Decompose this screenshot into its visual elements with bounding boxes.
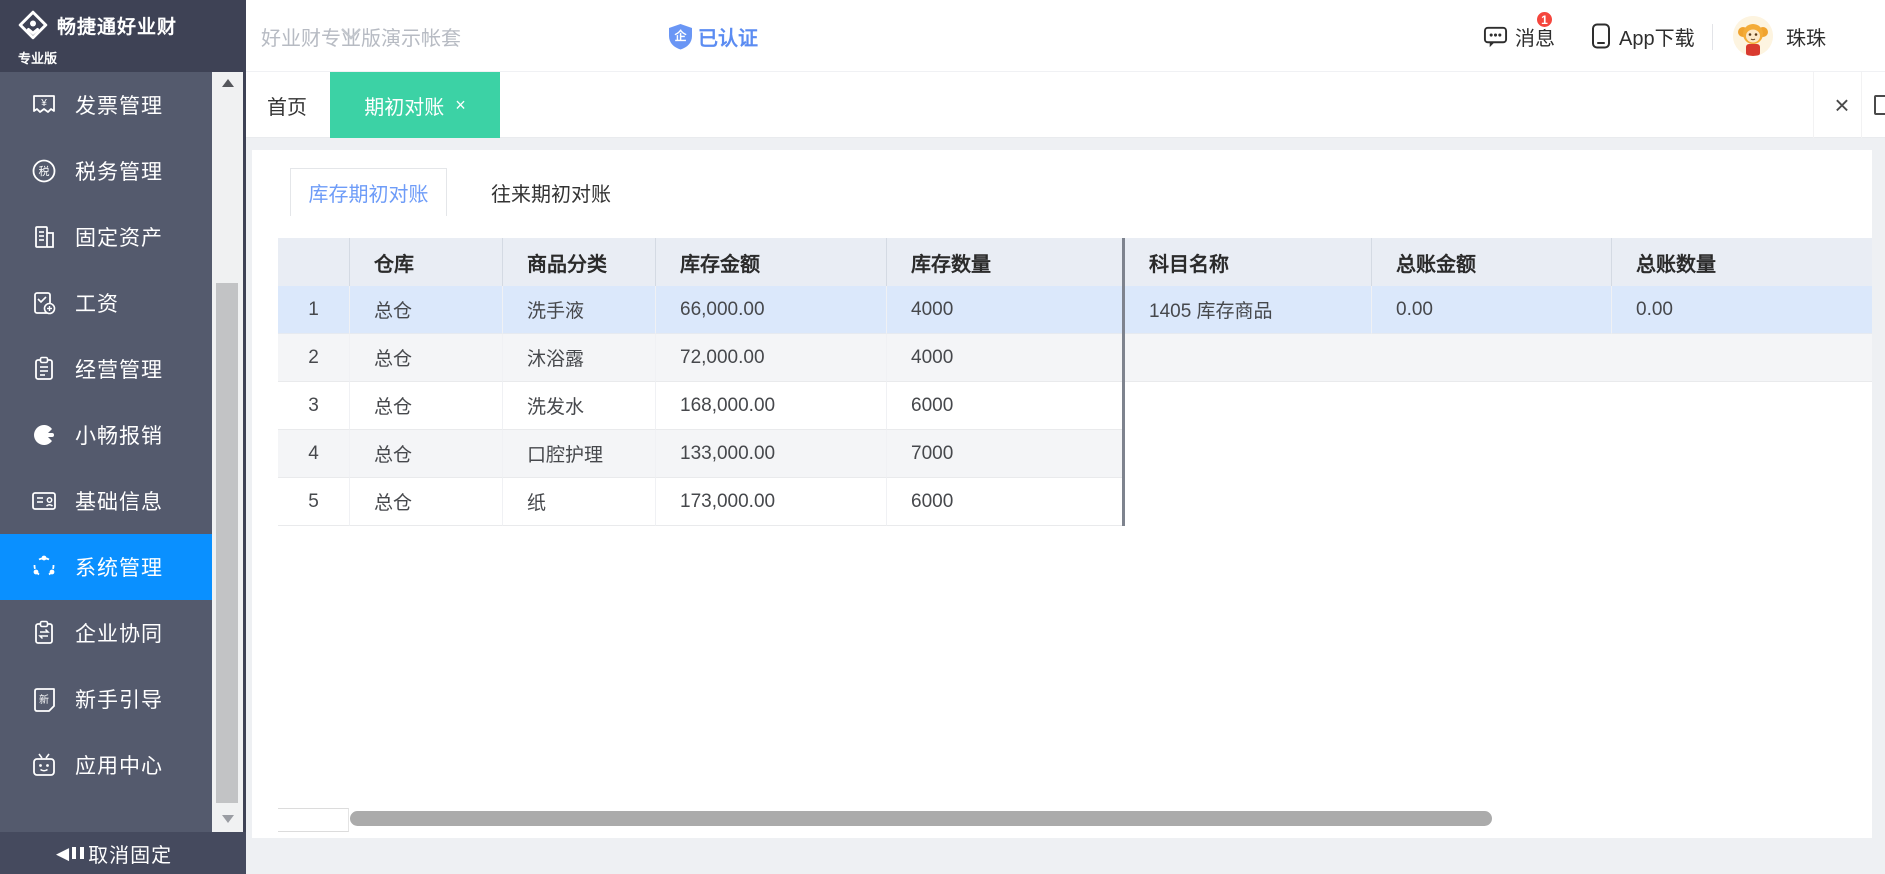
collab-icon — [30, 619, 58, 647]
sidebar-item-operations[interactable]: 经营管理 — [0, 336, 212, 402]
horizontal-scrollbar-thumb[interactable] — [350, 811, 1492, 826]
table-row[interactable]: 1 总仓 洗手液 66,000.00 4000 1405 库存商品 0.00 0… — [278, 286, 1872, 334]
clipboard-icon — [30, 355, 58, 383]
sidebar-scrollbar[interactable] — [212, 72, 243, 832]
verified-label: 已认证 — [698, 27, 758, 50]
unpin-label: 取消固定 — [88, 844, 173, 867]
close-icon[interactable]: × — [1822, 72, 1862, 138]
header-divider — [1712, 24, 1713, 50]
tab-home[interactable]: 首页 — [246, 72, 328, 138]
message-bubble-icon — [1483, 24, 1508, 49]
messages-button[interactable]: 消息 1 — [1483, 0, 1555, 72]
sidebar-item-reimburse[interactable]: 小畅报销 — [0, 402, 212, 468]
avatar[interactable] — [1733, 16, 1773, 56]
main-area: 首页 期初对账 × × 库存期初对账 往来期初对账 仓库 商品分类 库存金额 库… — [246, 72, 1885, 874]
app-window: 畅捷通好业财 专业版 好业财专业版演示帐套 企 已认证 消息 1 App下载 珠… — [0, 0, 1885, 874]
sidebar-scrollbar-thumb[interactable] — [216, 283, 238, 803]
sidebar-item-fixed-assets[interactable]: 固定资产 — [0, 204, 212, 270]
building-icon — [30, 223, 58, 251]
sidebar-item-basic-info[interactable]: 基础信息 — [0, 468, 212, 534]
col-header-amount: 库存金额 — [655, 238, 886, 286]
sidebar-item-payroll[interactable]: 工资 — [0, 270, 212, 336]
scroll-down-arrow-icon[interactable] — [212, 808, 243, 830]
reimburse-icon — [30, 421, 58, 449]
col-header-account: 科目名称 — [1125, 238, 1371, 286]
chevron-down-icon[interactable] — [339, 26, 363, 42]
app-download-label: App下载 — [1619, 27, 1695, 50]
col-header-qty: 库存数量 — [886, 238, 1122, 286]
col-header-ledger-amount: 总账金额 — [1371, 238, 1611, 286]
phone-icon — [1590, 23, 1612, 49]
expand-panel-icon[interactable] — [1874, 95, 1885, 115]
sidebar-item-system[interactable]: 系统管理 — [0, 534, 212, 600]
page-content: 库存期初对账 往来期初对账 仓库 商品分类 库存金额 库存数量 科目名称 总账金… — [246, 138, 1885, 874]
table-row[interactable]: 2 总仓 沐浴露 72,000.00 4000 — [278, 334, 1872, 382]
col-header-warehouse: 仓库 — [349, 238, 502, 286]
scroll-up-arrow-icon[interactable] — [212, 72, 243, 94]
tax-icon: 税 — [30, 157, 58, 185]
tab-opening-balance-label: 期初对账 — [364, 96, 445, 119]
sidebar-item-tax[interactable]: 税 税务管理 — [0, 138, 212, 204]
svg-text:企: 企 — [673, 28, 687, 43]
page-tabbar: 首页 期初对账 × × — [246, 72, 1885, 138]
balance-tabs: 库存期初对账 往来期初对账 — [290, 168, 655, 216]
idcard-icon — [30, 487, 58, 515]
brand-logo-icon — [18, 10, 48, 40]
col-header-category: 商品分类 — [502, 238, 655, 286]
tab-inventory-opening[interactable]: 库存期初对账 — [290, 168, 447, 216]
app-download-button[interactable]: App下载 — [1590, 0, 1695, 72]
payroll-icon — [30, 289, 58, 317]
table-row[interactable]: 5 总仓 纸 173,000.00 6000 — [278, 478, 1872, 526]
verified-badge: 企 已认证 — [668, 0, 758, 72]
unpin-sidebar-button[interactable]: ◀ 取消固定 — [0, 832, 246, 874]
sidebar-nav: ¥ 发票管理 税 税务管理 固定资产 工资 经营管理 小畅报销 基础信息 系统管… — [0, 72, 212, 832]
messages-count-badge: 1 — [1535, 10, 1554, 29]
invoice-icon: ¥ — [30, 91, 58, 119]
guide-icon: 新 — [30, 685, 58, 713]
sidebar-item-invoice[interactable]: ¥ 发票管理 — [0, 72, 212, 138]
svg-text:¥: ¥ — [40, 98, 47, 109]
table-row[interactable]: 3 总仓 洗发水 168,000.00 6000 — [278, 382, 1872, 430]
collapse-left-icon: ◀ — [56, 843, 70, 863]
brand-block: 畅捷通好业财 专业版 — [0, 0, 246, 72]
shield-icon: 企 — [668, 23, 693, 50]
opening-balance-table: 仓库 商品分类 库存金额 库存数量 科目名称 总账金额 总账数量 1 总仓 洗手… — [278, 238, 1872, 526]
brand-subtitle: 专业版 — [18, 51, 58, 66]
svg-text:新: 新 — [39, 693, 49, 706]
close-tab-icon[interactable]: × — [455, 96, 466, 114]
username[interactable]: 珠珠 — [1786, 0, 1826, 72]
tab-current-opening[interactable]: 往来期初对账 — [447, 168, 655, 216]
appcenter-icon — [30, 751, 58, 779]
table-row[interactable]: 4 总仓 口腔护理 133,000.00 7000 — [278, 430, 1872, 478]
tabbar-divider — [1813, 72, 1814, 138]
frozen-column-footer-cell — [278, 808, 349, 832]
sidebar-item-app-center[interactable]: 应用中心 — [0, 732, 212, 798]
content-card: 库存期初对账 往来期初对账 仓库 商品分类 库存金额 库存数量 科目名称 总账金… — [252, 150, 1872, 838]
top-header: 畅捷通好业财 专业版 好业财专业版演示帐套 企 已认证 消息 1 App下载 珠… — [0, 0, 1885, 72]
col-header-ledger-qty: 总账数量 — [1611, 238, 1872, 286]
sidebar-item-collaboration[interactable]: 企业协同 — [0, 600, 212, 666]
tab-opening-balance[interactable]: 期初对账 × — [330, 72, 500, 138]
system-icon — [30, 553, 58, 581]
table-header-row: 仓库 商品分类 库存金额 库存数量 科目名称 总账金额 总账数量 — [278, 238, 1872, 286]
svg-text:税: 税 — [39, 164, 50, 178]
brand-title: 畅捷通好业财 — [57, 16, 178, 38]
sidebar-item-guide[interactable]: 新 新手引导 — [0, 666, 212, 732]
col-header-seq — [278, 238, 349, 286]
